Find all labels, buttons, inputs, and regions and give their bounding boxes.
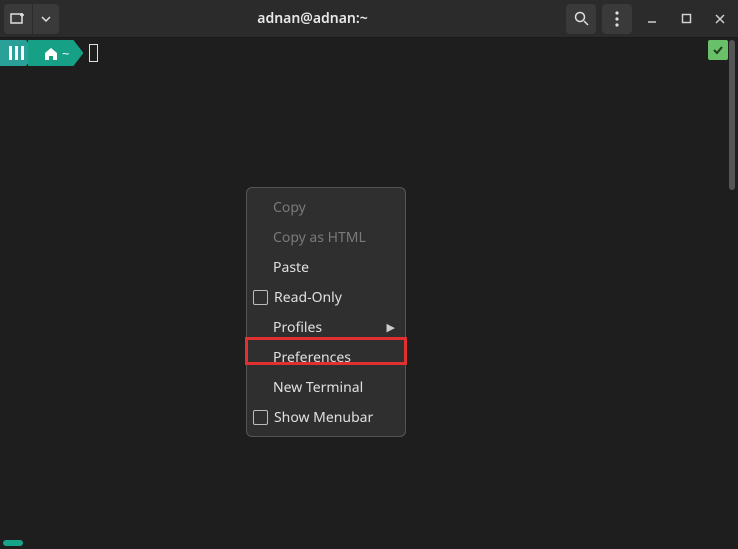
minimize-button[interactable] <box>638 5 666 33</box>
menu-paste[interactable]: Paste <box>247 252 405 282</box>
manjaro-icon <box>9 46 27 60</box>
titlebar: adnan@adnan:~ <box>0 0 738 38</box>
menu-copy-as-html: Copy as HTML <box>247 222 405 252</box>
new-tab-dropdown[interactable] <box>33 4 59 34</box>
menu-profiles-label: Profiles <box>273 318 322 337</box>
menu-preferences[interactable]: Preferences <box>247 342 405 372</box>
menu-button[interactable] <box>602 4 632 34</box>
search-icon <box>574 11 589 26</box>
chevron-down-icon <box>41 14 51 24</box>
menu-read-only-label: Read-Only <box>274 288 342 307</box>
new-tab-split-button[interactable] <box>4 4 59 34</box>
breadcrumb-home-label: ~ <box>62 44 69 62</box>
status-badge <box>708 40 728 60</box>
checkbox-icon <box>253 410 268 425</box>
menu-preferences-label: Preferences <box>273 348 351 367</box>
breadcrumb-bar: ~ <box>0 38 738 68</box>
checkbox-icon <box>253 290 268 305</box>
home-icon <box>44 47 58 60</box>
maximize-icon <box>681 13 692 24</box>
minimize-icon <box>646 13 658 25</box>
new-tab-icon <box>10 11 26 27</box>
menu-copy: Copy <box>247 192 405 222</box>
menu-show-menubar[interactable]: Show Menubar <box>247 402 405 432</box>
scrollbar-vertical[interactable] <box>729 40 735 190</box>
close-icon <box>714 13 726 25</box>
close-button[interactable] <box>706 5 734 33</box>
menu-copy-label: Copy <box>273 198 306 217</box>
kebab-menu-icon <box>615 11 619 27</box>
scrollbar-horizontal[interactable] <box>3 540 23 546</box>
menu-profiles[interactable]: Profiles ▶ <box>247 312 405 342</box>
submenu-arrow-icon: ▶ <box>387 320 395 335</box>
terminal-cursor <box>89 44 98 62</box>
breadcrumb-home: ~ <box>28 40 83 66</box>
menu-show-menubar-label: Show Menubar <box>274 408 373 427</box>
maximize-button[interactable] <box>672 5 700 33</box>
check-icon <box>712 44 724 56</box>
context-menu: Copy Copy as HTML Paste Read-Only Profil… <box>246 187 406 437</box>
window-title: adnan@adnan:~ <box>63 9 562 28</box>
menu-paste-label: Paste <box>273 258 309 277</box>
titlebar-right <box>566 4 734 34</box>
menu-copy-html-label: Copy as HTML <box>273 228 366 247</box>
search-button[interactable] <box>566 4 596 34</box>
menu-new-terminal[interactable]: New Terminal <box>247 372 405 402</box>
new-tab-button[interactable] <box>4 4 33 34</box>
menu-read-only[interactable]: Read-Only <box>247 282 405 312</box>
menu-new-terminal-label: New Terminal <box>273 378 363 397</box>
